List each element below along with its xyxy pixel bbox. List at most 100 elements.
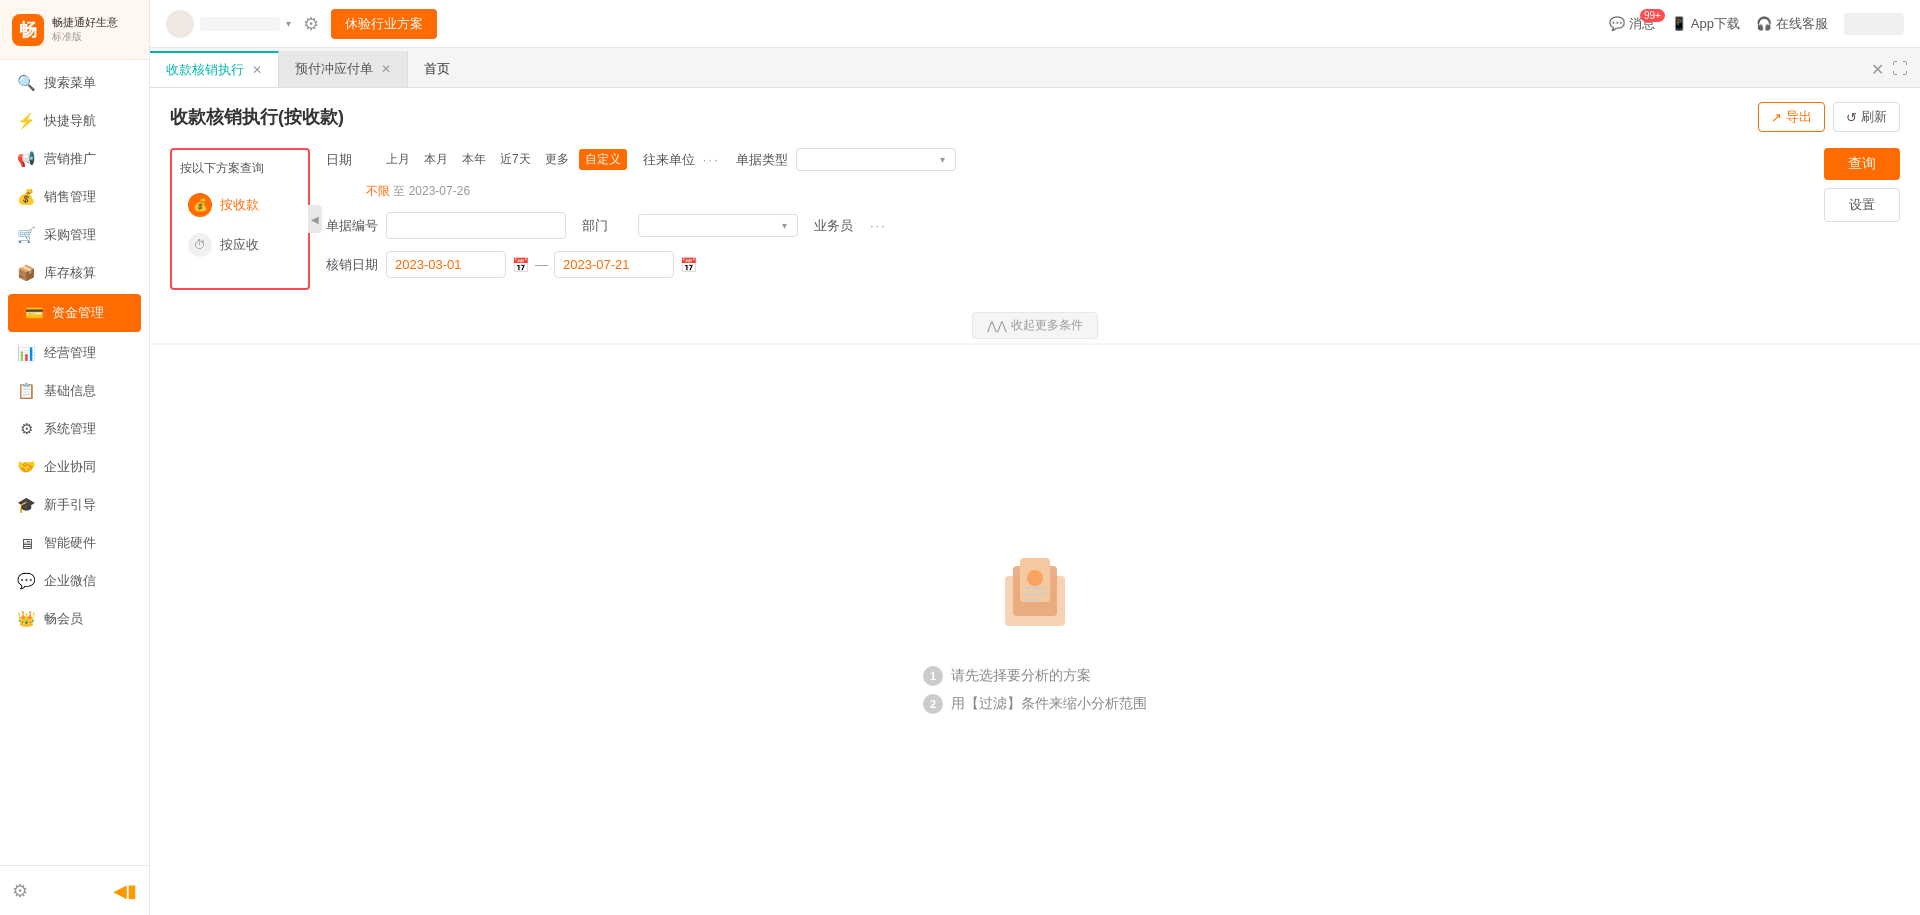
tab-label: 收款核销执行: [166, 61, 244, 79]
content-area: 收款核销执行(按收款) ↗ 导出 ↺ 刷新 按以下方案查询 💰 按收款: [150, 88, 1920, 915]
this-year-btn[interactable]: 本年: [458, 149, 490, 170]
empty-tips: 1 请先选择要分析的方案 2 用【过滤】条件来缩小分析范围: [923, 666, 1147, 714]
nav-label: 营销推广: [44, 150, 96, 168]
nav-icon: 💬: [16, 572, 36, 590]
date-range-text: 至 2023-07-26: [393, 184, 470, 198]
user-dropdown-arrow[interactable]: ▾: [286, 18, 291, 29]
filter-sidebar-title: 按以下方案查询: [180, 160, 300, 177]
nav-icon: 👑: [16, 610, 36, 628]
tab-预付冲应付单[interactable]: 预付冲应付单 ✕: [279, 51, 408, 87]
settings-icon[interactable]: ⚙: [12, 880, 28, 902]
this-month-btn[interactable]: 本月: [420, 149, 452, 170]
nav-label: 企业协同: [44, 458, 96, 476]
partner-label: 往来单位: [643, 151, 695, 169]
nav-label: 采购管理: [44, 226, 96, 244]
query-button[interactable]: 查询: [1824, 148, 1900, 180]
sidebar-item-企业协同[interactable]: 🤝企业协同: [0, 448, 149, 486]
calendar-to-icon[interactable]: 📅: [680, 257, 697, 273]
last-7days-btn[interactable]: 近7天: [496, 149, 535, 170]
topbar-gear-icon[interactable]: ⚙: [299, 9, 323, 39]
verify-date-from-input[interactable]: [386, 251, 506, 278]
empty-illustration: [985, 546, 1085, 646]
maximize-button[interactable]: ⛶: [1892, 60, 1908, 78]
salesman-label: 业务员: [814, 217, 862, 235]
topbar-right: 💬 消息 99+ 📱 App下载 🎧 在线客服: [1609, 13, 1904, 35]
online-service-area[interactable]: 🎧 在线客服: [1756, 15, 1828, 33]
close-tab-button[interactable]: ✕: [1871, 60, 1884, 79]
nav-label: 基础信息: [44, 382, 96, 400]
empty-tip-1: 1 请先选择要分析的方案: [923, 666, 1147, 686]
sidebar-item-库存核算[interactable]: 📦库存核算: [0, 254, 149, 292]
date-shortcuts: 上月 本月 本年 近7天 更多 自定义: [382, 149, 627, 170]
bill-no-field: 单据编号: [326, 212, 566, 239]
collapse-more-button[interactable]: ⋀⋀ 收起更多条件: [972, 312, 1098, 339]
verify-date-to-input[interactable]: [554, 251, 674, 278]
tip-text-2: 用【过滤】条件来缩小分析范围: [951, 695, 1147, 713]
sidebar-item-经营管理[interactable]: 📊经营管理: [0, 334, 149, 372]
date-separator: —: [535, 257, 548, 272]
sidebar-item-系统管理[interactable]: ⚙ 系统管理: [0, 410, 149, 448]
setting-button[interactable]: 设置: [1824, 188, 1900, 222]
app-sub: 标准版: [52, 30, 118, 44]
collapse-sidebar-icon[interactable]: ◀▮: [113, 880, 137, 902]
topbar-left: ▾ ⚙ 休验行业方案: [166, 9, 437, 39]
salesman-more-icon[interactable]: ···: [870, 218, 887, 233]
bill-type-select[interactable]: ▾: [796, 148, 956, 171]
nav-label: 智能硬件: [44, 534, 96, 552]
dept-select[interactable]: ▾: [638, 214, 798, 237]
sidebar-item-营销推广[interactable]: 📢营销推广: [0, 140, 149, 178]
sidebar-item-智能硬件[interactable]: 🖥智能硬件: [0, 524, 149, 562]
tab-label: 预付冲应付单: [295, 60, 373, 78]
sidebar-item-销售管理[interactable]: 💰销售管理: [0, 178, 149, 216]
filter-row-1: 日期 上月 本月 本年 近7天 更多 自定义: [326, 148, 1800, 171]
refresh-icon: ↺: [1846, 110, 1857, 125]
bill-no-input[interactable]: [386, 212, 566, 239]
filter-by-receivable[interactable]: ⏱ 按应收: [180, 227, 300, 263]
filter-row-3: 核销日期 📅 — 📅: [326, 251, 1800, 278]
filter-sidebar-collapse[interactable]: ◀: [308, 205, 322, 233]
nav-label: 系统管理: [44, 420, 96, 438]
app-download-area[interactable]: 📱 App下载: [1671, 15, 1740, 33]
user-avatar-area[interactable]: ▾: [166, 10, 291, 38]
sidebar-item-快捷导航[interactable]: ⚡快捷导航: [0, 102, 149, 140]
sidebar-item-新手引导[interactable]: 🎓新手引导: [0, 486, 149, 524]
page-header: 收款核销执行(按收款) ↗ 导出 ↺ 刷新: [150, 88, 1920, 132]
custom-date-btn[interactable]: 自定义: [579, 149, 627, 170]
sidebar-footer: ⚙ ◀▮: [0, 865, 149, 915]
bill-type-dropdown-icon: ▾: [940, 154, 945, 165]
tab-首页[interactable]: 首页: [408, 51, 466, 87]
verify-date-group: 📅 — 📅: [386, 251, 697, 278]
industry-solution-button[interactable]: 休验行业方案: [331, 9, 437, 39]
collapse-icon: ⋀⋀: [987, 319, 1007, 333]
filter-row-2: 单据编号 部门 ▾ 业务员: [326, 212, 1800, 239]
sidebar-item-企业微信[interactable]: 💬企业微信: [0, 562, 149, 600]
nav-icon: 🔍: [16, 74, 36, 92]
tab-close-icon[interactable]: ✕: [252, 63, 262, 77]
partner-more-icon[interactable]: ···: [703, 152, 720, 167]
tip-num-2: 2: [923, 694, 943, 714]
sidebar-item-资金管理[interactable]: 💳资金管理: [8, 294, 141, 332]
nav-label: 经营管理: [44, 344, 96, 362]
nav-icon: 📋: [16, 382, 36, 400]
refresh-button[interactable]: ↺ 刷新: [1833, 102, 1900, 132]
export-button[interactable]: ↗ 导出: [1758, 102, 1825, 132]
filter-by-receipt[interactable]: 💰 按收款: [180, 187, 300, 223]
main-area: ▾ ⚙ 休验行业方案 💬 消息 99+ 📱 App下载 🎧 在线客服 收款核销执…: [150, 0, 1920, 915]
nav-label: 资金管理: [52, 304, 104, 322]
tab-收款核销执行[interactable]: 收款核销执行 ✕: [150, 51, 279, 87]
sidebar-item-搜索菜单[interactable]: 🔍搜索菜单: [0, 64, 149, 102]
calendar-from-icon[interactable]: 📅: [512, 257, 529, 273]
partner-field: 往来单位 ···: [643, 151, 720, 169]
message-area[interactable]: 💬 消息 99+: [1609, 15, 1655, 33]
last-month-btn[interactable]: 上月: [382, 149, 414, 170]
message-badge: 99+: [1640, 9, 1665, 22]
nav-icon: ⚙: [16, 420, 36, 438]
nav-label: 库存核算: [44, 264, 96, 282]
sidebar-item-采购管理[interactable]: 🛒 采购管理: [0, 216, 149, 254]
tab-close-icon[interactable]: ✕: [381, 62, 391, 76]
sidebar-item-基础信息[interactable]: 📋 基础信息: [0, 372, 149, 410]
app-logo: 畅 畅捷通好生意 标准版: [0, 0, 149, 60]
sidebar-item-畅会员[interactable]: 👑畅会员: [0, 600, 149, 638]
more-date-btn[interactable]: 更多: [541, 149, 573, 170]
nav-icon: 🛒: [16, 226, 36, 244]
